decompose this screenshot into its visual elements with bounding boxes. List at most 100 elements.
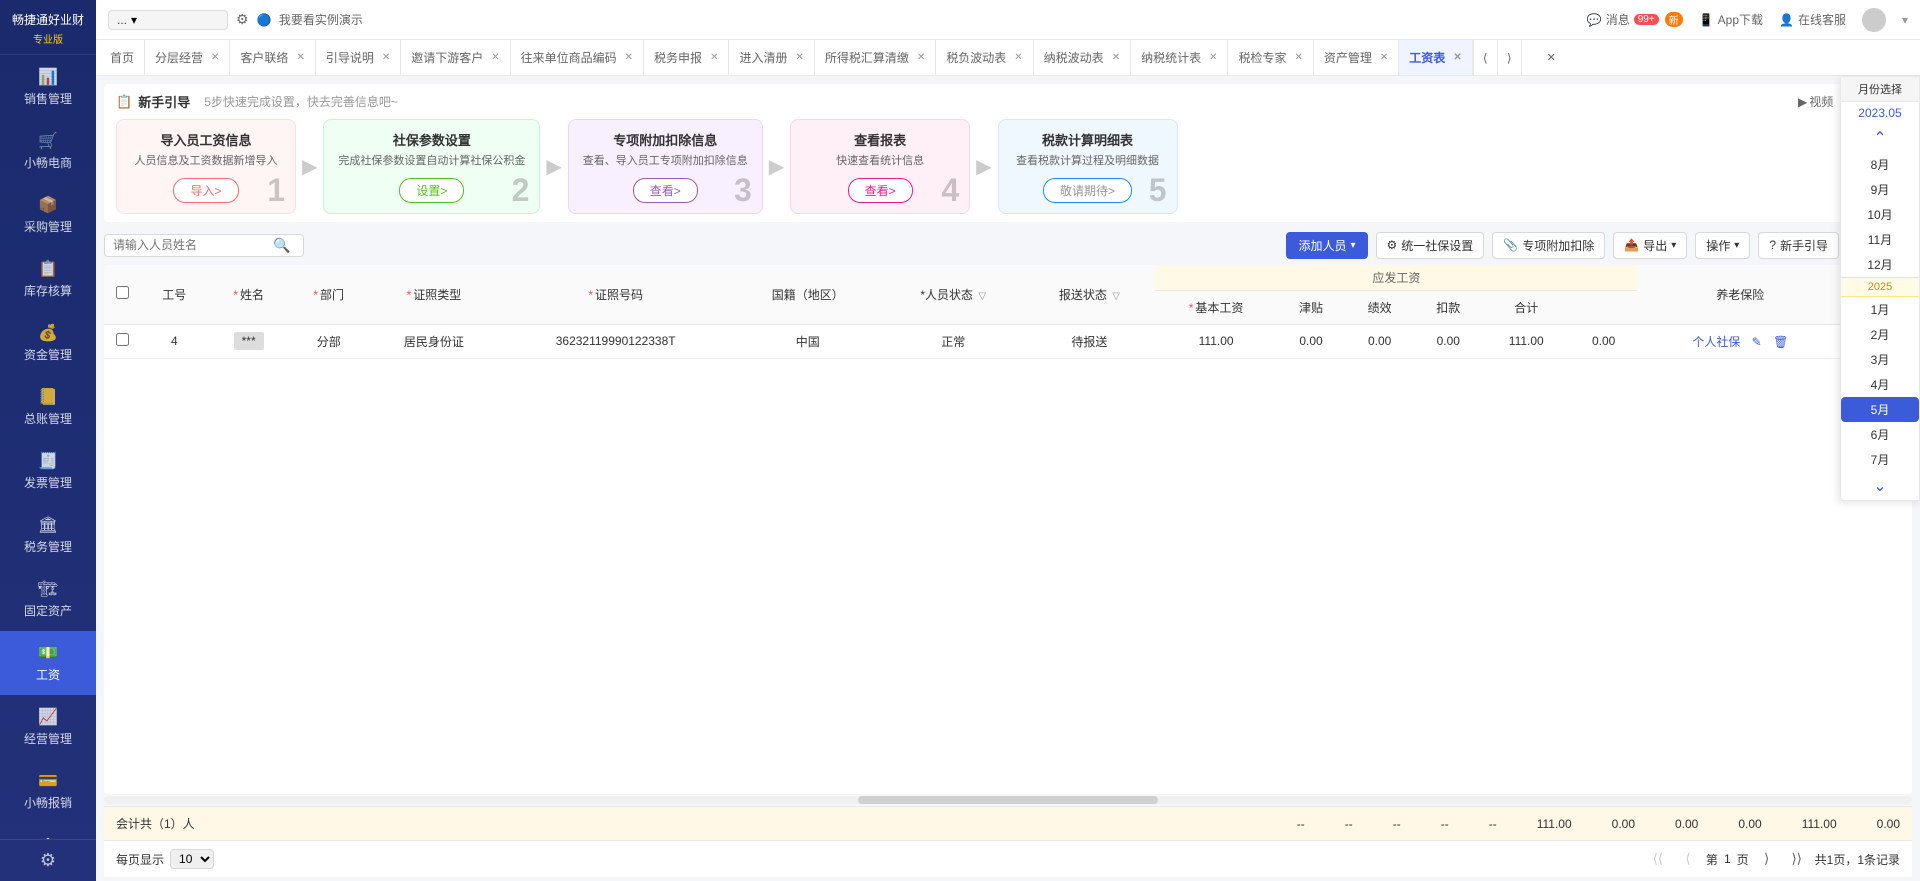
sidebar-item-销售管理[interactable]: 📊 销售管理 — [0, 55, 96, 119]
tab-close-icon[interactable]: ✕ — [491, 52, 499, 63]
row-checkbox[interactable] — [116, 333, 129, 346]
action-delete-icon[interactable]: 🗑 — [1773, 335, 1788, 349]
tab-item-14[interactable]: 工资表✕ — [1399, 40, 1472, 75]
sidebar-item-总账管理[interactable]: 📒 总账管理 — [0, 375, 96, 439]
tab-item-0[interactable]: 首页 — [100, 40, 145, 75]
sidebar-item-固定资产[interactable]: 🏗 固定资产 — [0, 567, 96, 631]
sidebar-item-工资[interactable]: 💵 工资 — [0, 631, 96, 695]
company-selector[interactable]: ... ▾ — [108, 10, 228, 30]
sidebar-item-资金管理[interactable]: 💰 资金管理 — [0, 311, 96, 375]
tab-item-10[interactable]: 纳税波动表 ✕ — [1034, 40, 1131, 75]
step-btn-3[interactable]: 查看> — [633, 178, 698, 203]
tab-next-btn[interactable]: ⟩ — [1497, 40, 1521, 76]
select-all-checkbox[interactable] — [116, 286, 129, 299]
first-page-btn[interactable]: ⟨⟨ — [1646, 847, 1670, 871]
last-page-btn[interactable]: ⟩⟩ — [1785, 847, 1809, 871]
step-btn-2[interactable]: 设置> — [399, 178, 464, 203]
step-num: 5 — [1149, 172, 1167, 209]
tab-item-2[interactable]: 客户联络✕ — [230, 40, 315, 75]
step-btn-5[interactable]: 敬请期待> — [1043, 178, 1132, 203]
tab-close-icon[interactable]: ✕ — [1295, 52, 1303, 63]
month-item[interactable]: 9月 — [1841, 177, 1919, 202]
month-item[interactable]: 4月 — [1841, 372, 1919, 397]
step-btn-1[interactable]: 导入> — [173, 178, 238, 203]
tab-item-11[interactable]: 纳税统计表✕ — [1131, 40, 1228, 75]
tab-close-icon[interactable]: ✕ — [917, 52, 925, 63]
tab-item-6[interactable]: 税务申报✕ — [644, 40, 729, 75]
header-total2 — [1570, 290, 1638, 324]
month-item[interactable]: 6月 — [1841, 422, 1919, 447]
tab-item-12[interactable]: 税检专家✕ — [1228, 40, 1313, 75]
month-item[interactable]: 10月 — [1841, 202, 1919, 227]
month-down-btn[interactable]: ⌄ — [1841, 472, 1919, 500]
sidebar-item-经营管理[interactable]: 📈 经营管理 — [0, 695, 96, 759]
export-button[interactable]: 📤 导出 ▾ — [1613, 232, 1687, 259]
month-item[interactable]: 2月 — [1841, 322, 1919, 347]
tab-close-icon[interactable]: ✕ — [625, 52, 633, 63]
tab-item-7[interactable]: 进入清册✕ — [729, 40, 814, 75]
operation-button[interactable]: 操作 ▾ — [1695, 232, 1750, 259]
tab-close-icon[interactable]: ✕ — [296, 52, 304, 63]
search-icon[interactable]: 🔍 — [273, 237, 290, 254]
sidebar-item-小畅报销[interactable]: 💳 小畅报销 — [0, 759, 96, 823]
settings-icon-top[interactable]: ⚙ — [236, 11, 249, 28]
next-page-btn[interactable]: ⟩ — [1755, 847, 1779, 871]
tab-close-icon[interactable]: ✕ — [1014, 52, 1022, 63]
tab-item-8[interactable]: 所得税汇算清缴✕ — [815, 40, 936, 75]
report-status-filter-icon[interactable]: ▽ — [1112, 291, 1120, 302]
month-item[interactable]: 3月 — [1841, 347, 1919, 372]
month-up-btn[interactable]: ⌃ — [1841, 124, 1919, 152]
unified-settings-button[interactable]: ⚙ 统一社保设置 — [1376, 232, 1485, 259]
notification-button[interactable]: 💬 消息 99+ 新 — [1587, 11, 1683, 28]
action-edit-icon[interactable]: ✎ — [1752, 335, 1762, 349]
guide-btn[interactable]: ? 新手引导 — [1758, 232, 1839, 259]
month-item[interactable]: 7月 — [1841, 447, 1919, 472]
tab-item-13[interactable]: 资产管理✕ — [1314, 40, 1399, 75]
tab-close-all-btn[interactable]: ✕ — [1521, 40, 1581, 76]
sidebar-item-发票管理[interactable]: 🧾 发票管理 — [0, 439, 96, 503]
month-item[interactable]: 8月 — [1841, 152, 1919, 177]
month-item[interactable]: 5月 — [1841, 397, 1919, 422]
step-btn-4[interactable]: 查看> — [848, 178, 913, 203]
header-id-type: 证照类型 — [369, 265, 499, 325]
tab-item-9[interactable]: 税负波动表✕ — [936, 40, 1033, 75]
horizontal-scrollbar[interactable] — [858, 796, 1158, 804]
tab-close-icon[interactable]: ✕ — [1380, 52, 1388, 63]
action-personal-insurance[interactable]: 个人社保 — [1692, 335, 1740, 349]
demo-link[interactable]: 🔵 我要看实例演示 — [257, 11, 363, 28]
guide-video-btn[interactable]: ▶ 视频 — [1798, 93, 1833, 110]
tab-label: 纳税波动表 — [1044, 49, 1104, 66]
emp-status-filter-icon[interactable]: ▽ — [978, 291, 986, 302]
tab-item-1[interactable]: 分层经营✕ — [145, 40, 230, 75]
sidebar-item-税务管理[interactable]: 🏛 税务管理 — [0, 503, 96, 567]
tab-close-icon[interactable]: ✕ — [211, 52, 219, 63]
settings-icon[interactable]: ⚙ — [40, 850, 56, 871]
month-item[interactable]: 1月 — [1841, 297, 1919, 322]
search-input[interactable] — [113, 238, 273, 252]
tab-close-icon[interactable]: ✕ — [382, 52, 390, 63]
prev-page-btn[interactable]: ⟨ — [1676, 847, 1700, 871]
special-deduction-button[interactable]: 📎 专项附加扣除 — [1492, 232, 1605, 259]
sidebar-item-库存核算[interactable]: 📋 库存核算 — [0, 247, 96, 311]
tab-item-4[interactable]: 邀请下游客户✕ — [401, 40, 510, 75]
sidebar-item-基础信息[interactable]: ℹ 基础信息 — [0, 823, 96, 839]
online-service-button[interactable]: 👤 在线客服 — [1779, 11, 1846, 28]
tab-item-3[interactable]: 引导说明✕ — [316, 40, 401, 75]
tab-item-5[interactable]: 往来单位商品编码✕ — [511, 40, 644, 75]
tab-close-icon[interactable]: ✕ — [710, 52, 718, 63]
tab-close-icon[interactable]: ✕ — [1112, 52, 1120, 63]
user-avatar[interactable] — [1862, 8, 1886, 32]
page-size-select[interactable]: 10 20 50 — [170, 849, 214, 869]
add-person-button[interactable]: 添加人员 ▾ — [1286, 232, 1367, 259]
sidebar-item-采购管理[interactable]: 📦 采购管理 — [0, 183, 96, 247]
tab-close-icon[interactable]: ✕ — [795, 52, 803, 63]
sidebar-item-小畅电商[interactable]: 🛒 小畅电商 — [0, 119, 96, 183]
user-menu-icon[interactable]: ▾ — [1902, 13, 1908, 27]
footer-data: -- -- -- -- -- 111.00 0.00 0.00 0.00 111… — [1297, 817, 1900, 831]
month-item[interactable]: 12月 — [1841, 252, 1919, 277]
app-download-button[interactable]: 📱 App下载 — [1699, 11, 1763, 28]
tab-close-icon[interactable]: ✕ — [1453, 52, 1461, 63]
tab-prev-btn[interactable]: ⟨ — [1473, 40, 1497, 76]
tab-close-icon[interactable]: ✕ — [1209, 52, 1217, 63]
month-item[interactable]: 11月 — [1841, 227, 1919, 252]
